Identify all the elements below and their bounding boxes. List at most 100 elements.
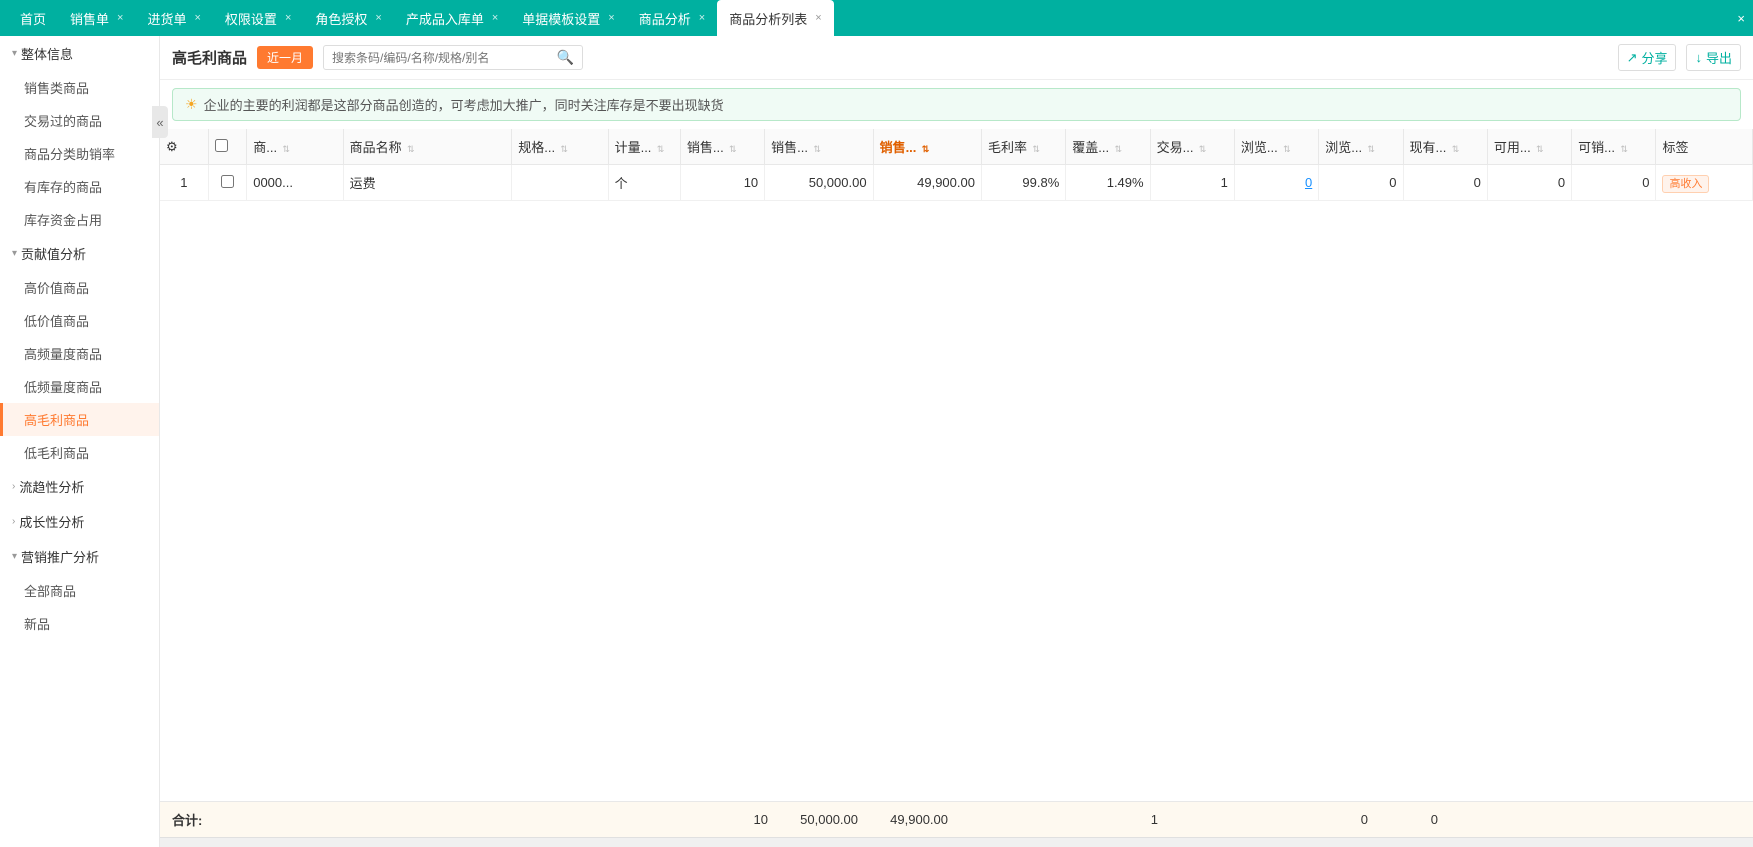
- td-check[interactable]: [208, 165, 247, 201]
- sort-icon-name[interactable]: ⇅: [407, 144, 415, 154]
- sidebar-item-low-value[interactable]: 低价值商品: [0, 304, 159, 337]
- th-sales-profit: 销售... ⇅: [873, 129, 981, 165]
- nav-tab-analysis-list[interactable]: 商品分析列表 ×: [717, 0, 833, 36]
- toggle-icon-finance: ▾: [12, 248, 17, 259]
- sidebar-section-overall[interactable]: ▾ 整体信息: [0, 36, 159, 71]
- nav-close-roles[interactable]: ×: [375, 12, 381, 24]
- table-footer: 合计: 10 50,000.00 49,900.00 1 0 0: [160, 801, 1753, 837]
- sidebar-section-finance[interactable]: ▾ 贡献值分析: [0, 236, 159, 271]
- sort-icon-avail[interactable]: ⇅: [1536, 144, 1544, 154]
- nav-tab-roles[interactable]: 角色授权 ×: [303, 0, 393, 36]
- nav-close-product-entry[interactable]: ×: [492, 12, 498, 24]
- sort-icon-saleable[interactable]: ⇅: [1620, 144, 1628, 154]
- search-box: 🔍: [323, 45, 583, 70]
- search-icon[interactable]: 🔍: [557, 49, 574, 66]
- sort-icon-gross-rate[interactable]: ⇅: [1032, 144, 1040, 154]
- table-wrapper[interactable]: ⚙ 商... ⇅ 商品名称 ⇅: [160, 129, 1753, 801]
- nav-close-sales[interactable]: ×: [117, 12, 123, 24]
- td-browse1[interactable]: 0: [1234, 165, 1318, 201]
- sort-icon-unit[interactable]: ⇅: [657, 144, 665, 154]
- th-check[interactable]: [208, 129, 247, 165]
- nav-close-analysis-list[interactable]: ×: [815, 12, 821, 24]
- info-banner: ☀ 企业的主要的利润都是这部分商品创造的，可考虑加大推广，同时关注库存是不要出现…: [172, 88, 1741, 121]
- nav-close-template[interactable]: ×: [608, 12, 614, 24]
- sidebar-item-traded-goods[interactable]: 交易过的商品: [0, 104, 159, 137]
- nav-close-permissions[interactable]: ×: [285, 12, 291, 24]
- data-table: ⚙ 商... ⇅ 商品名称 ⇅: [160, 129, 1753, 201]
- export-btn[interactable]: ↓ 导出: [1686, 44, 1741, 71]
- sidebar-item-new-goods[interactable]: 新品: [0, 607, 159, 640]
- sort-icon-stock[interactable]: ⇅: [1452, 144, 1460, 154]
- toggle-icon-marketing: ▾: [12, 551, 17, 562]
- td-trade: 1: [1150, 165, 1234, 201]
- sidebar-section-trend[interactable]: › 流趋性分析: [0, 469, 159, 504]
- th-name: 商品名称 ⇅: [343, 129, 512, 165]
- th-browse2: 浏览... ⇅: [1319, 129, 1403, 165]
- sidebar-section-marketing[interactable]: ▾ 营销推广分析: [0, 539, 159, 574]
- main-layout: ▾ 整体信息 销售类商品 交易过的商品 商品分类助销率 有库存的商品 库存资金占…: [0, 36, 1753, 847]
- sort-icon-spec[interactable]: ⇅: [560, 144, 568, 154]
- window-controls: ×: [1737, 11, 1745, 26]
- sort-icon-sales-profit[interactable]: ⇅: [922, 144, 930, 154]
- sort-icon-browse2[interactable]: ⇅: [1367, 144, 1375, 154]
- th-browse1: 浏览... ⇅: [1234, 129, 1318, 165]
- th-avail: 可用... ⇅: [1487, 129, 1571, 165]
- sort-icon-cover[interactable]: ⇅: [1114, 144, 1122, 154]
- sidebar-item-high-value[interactable]: 高价值商品: [0, 271, 159, 304]
- content-header: 高毛利商品 近一月 🔍 ↗ 分享 ↓ 导出: [160, 36, 1753, 80]
- td-name: 运费: [343, 165, 512, 201]
- td-sales-amt: 50,000.00: [765, 165, 873, 201]
- nav-tab-permissions[interactable]: 权限设置 ×: [213, 0, 303, 36]
- share-icon: ↗: [1627, 50, 1638, 66]
- sidebar-section-growth[interactable]: › 成长性分析: [0, 504, 159, 539]
- sidebar-item-low-freq[interactable]: 低频量度商品: [0, 370, 159, 403]
- th-gross-rate: 毛利率 ⇅: [981, 129, 1065, 165]
- td-num: 1: [160, 165, 208, 201]
- nav-close-analysis[interactable]: ×: [699, 12, 705, 24]
- footer-sales-qty: 10: [704, 812, 774, 827]
- nav-tab-sales[interactable]: 销售单 ×: [58, 0, 135, 36]
- search-input[interactable]: [332, 51, 553, 65]
- nav-tab-analysis[interactable]: 商品分析 ×: [627, 0, 717, 36]
- content-area: 高毛利商品 近一月 🔍 ↗ 分享 ↓ 导出 ☀ 企业的主要的利润都是这部分商品创…: [160, 36, 1753, 847]
- sidebar-item-category-contrib[interactable]: 商品分类助销率: [0, 137, 159, 170]
- nav-tab-template[interactable]: 单据模板设置 ×: [510, 0, 626, 36]
- sort-icon-browse1[interactable]: ⇅: [1283, 144, 1291, 154]
- row-checkbox[interactable]: [221, 175, 234, 188]
- sort-icon-trade[interactable]: ⇅: [1199, 144, 1207, 154]
- td-avail: 0: [1487, 165, 1571, 201]
- window-close-btn[interactable]: ×: [1737, 11, 1745, 26]
- bottom-scrollbar[interactable]: [160, 837, 1753, 847]
- nav-tab-purchase[interactable]: 进货单 ×: [135, 0, 212, 36]
- td-spec: [512, 165, 608, 201]
- td-code: 0000...: [247, 165, 343, 201]
- date-filter-btn[interactable]: 近一月: [257, 46, 313, 69]
- th-cover: 覆盖... ⇅: [1066, 129, 1150, 165]
- sidebar-item-stock-capital[interactable]: 库存资金占用: [0, 203, 159, 236]
- settings-icon[interactable]: ⚙: [166, 139, 178, 154]
- td-sales-profit: 49,900.00: [873, 165, 981, 201]
- th-unit: 计量... ⇅: [608, 129, 680, 165]
- sidebar-item-high-freq[interactable]: 高频量度商品: [0, 337, 159, 370]
- footer-sales-amt: 50,000.00: [774, 812, 864, 827]
- toggle-icon-overall: ▾: [12, 48, 17, 59]
- footer-avail: 0: [1374, 812, 1444, 827]
- sidebar-item-high-margin[interactable]: 高毛利商品: [0, 403, 159, 436]
- sidebar-item-sales-goods[interactable]: 销售类商品: [0, 71, 159, 104]
- toggle-icon-growth: ›: [12, 516, 15, 527]
- sort-icon-sales-qty[interactable]: ⇅: [729, 144, 737, 154]
- sort-icon-code[interactable]: ⇅: [282, 144, 290, 154]
- check-all[interactable]: [215, 139, 228, 152]
- sidebar-item-all-goods[interactable]: 全部商品: [0, 574, 159, 607]
- sidebar-item-in-stock[interactable]: 有库存的商品: [0, 170, 159, 203]
- sidebar-item-low-margin[interactable]: 低毛利商品: [0, 436, 159, 469]
- nav-close-purchase[interactable]: ×: [194, 12, 200, 24]
- td-browse2: 0: [1319, 165, 1403, 201]
- sort-icon-sales-amt[interactable]: ⇅: [813, 144, 821, 154]
- sidebar: ▾ 整体信息 销售类商品 交易过的商品 商品分类助销率 有库存的商品 库存资金占…: [0, 36, 160, 847]
- share-btn[interactable]: ↗ 分享: [1618, 44, 1677, 71]
- nav-tab-home[interactable]: 首页: [8, 0, 58, 36]
- nav-tab-product-entry[interactable]: 产成品入库单 ×: [394, 0, 510, 36]
- footer-sales-profit: 49,900.00: [864, 812, 954, 827]
- sidebar-collapse-btn[interactable]: «: [152, 106, 168, 138]
